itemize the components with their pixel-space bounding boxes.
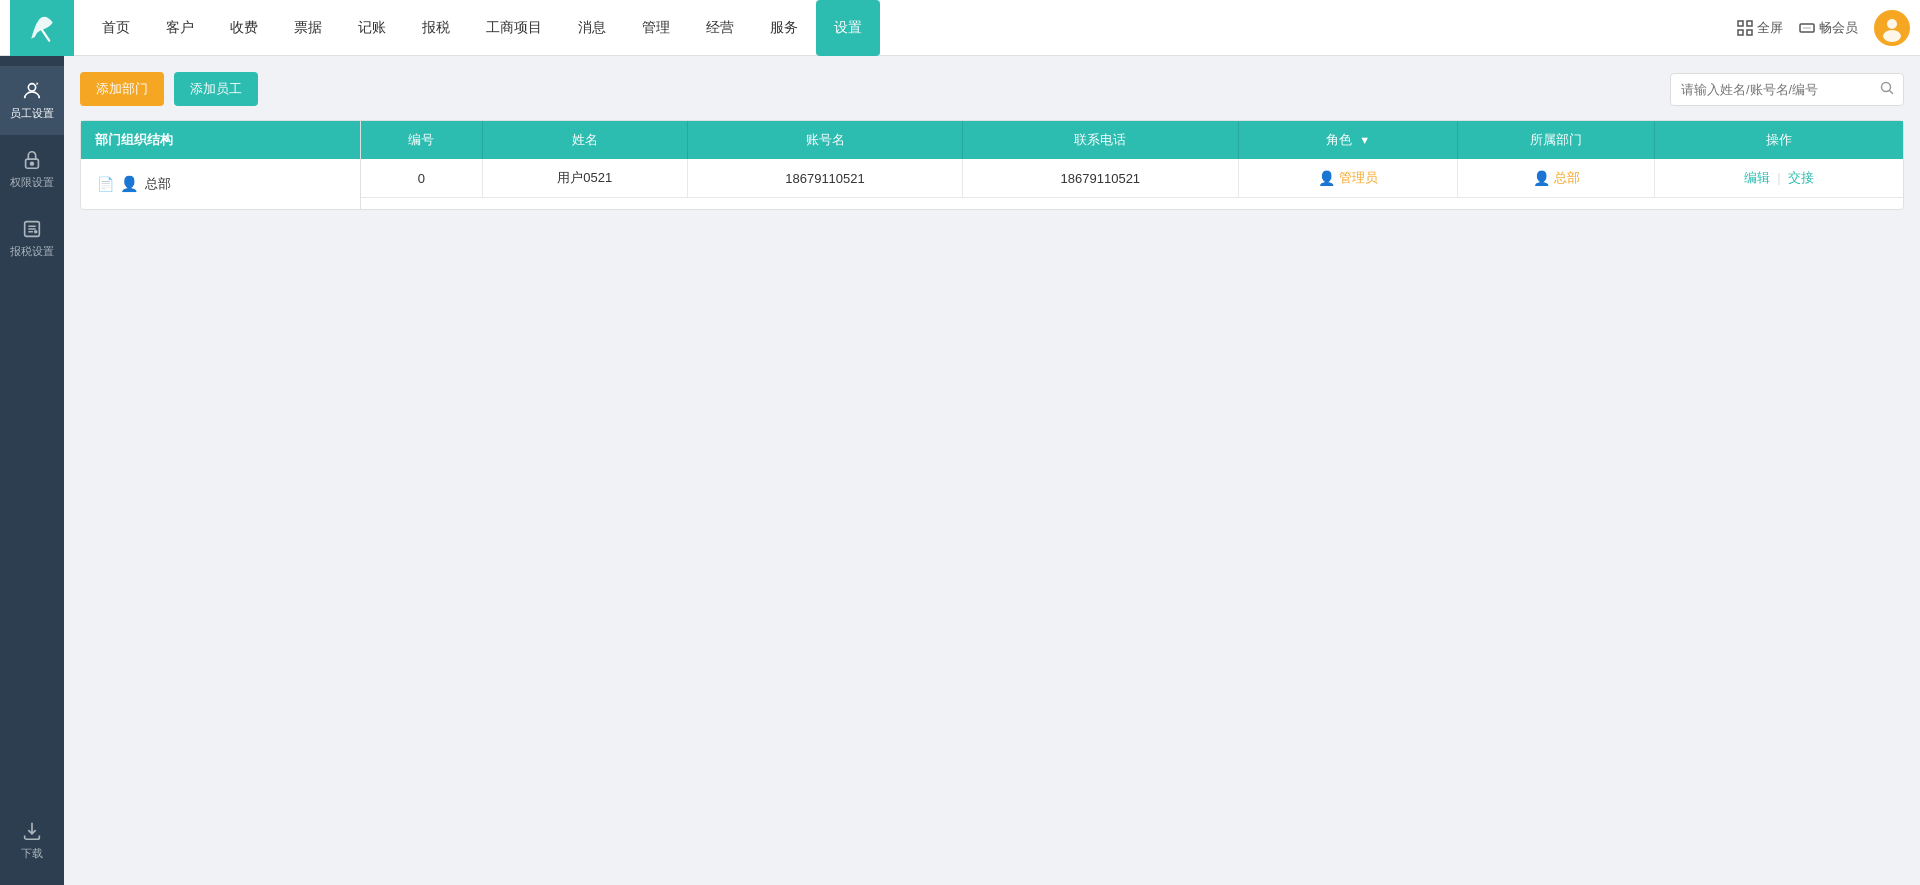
transfer-action[interactable]: 交接 <box>1788 170 1814 185</box>
svg-rect-1 <box>1747 21 1752 26</box>
col-header-actions: 操作 <box>1654 121 1903 159</box>
sidebar-label-permissions: 权限设置 <box>10 175 54 190</box>
sidebar-item-download[interactable]: 下载 <box>0 806 64 875</box>
sidebar-item-taxsettings[interactable]: 报税设置 <box>0 204 64 273</box>
avatar[interactable] <box>1874 10 1910 46</box>
search-box <box>1670 73 1904 106</box>
nav-item-operation[interactable]: 经营 <box>688 0 752 56</box>
sidebar-item-employee[interactable]: 员工设置 <box>0 66 64 135</box>
col-role-label: 角色 <box>1326 132 1352 147</box>
nav-item-settings[interactable]: 设置 <box>816 0 880 56</box>
nav-item-business[interactable]: 工商项目 <box>468 0 560 56</box>
svg-rect-3 <box>1747 30 1752 35</box>
col-header-id: 编号 <box>361 121 482 159</box>
col-header-phone: 联系电话 <box>963 121 1238 159</box>
nav-item-billing[interactable]: 收费 <box>212 0 276 56</box>
add-dept-button[interactable]: 添加部门 <box>80 72 164 106</box>
nav-item-invoice[interactable]: 票据 <box>276 0 340 56</box>
dept-person-icon: 👤 <box>120 175 139 193</box>
sidebar-label-download: 下载 <box>21 846 43 861</box>
svg-point-5 <box>1887 19 1897 29</box>
role-badge: 👤 管理员 <box>1318 169 1378 187</box>
edit-action[interactable]: 编辑 <box>1744 170 1770 185</box>
dept-pane: 部门组织结构 📄 👤 总部 <box>81 121 361 209</box>
content-area: 添加部门 添加员工 部门组织结构 📄 👤 总部 <box>64 56 1920 885</box>
table-pane: 编号 姓名 账号名 联系电话 角色 ▼ 所属部门 操作 <box>361 121 1903 209</box>
nav-item-manage[interactable]: 管理 <box>624 0 688 56</box>
search-input[interactable] <box>1671 76 1871 103</box>
fullscreen-label: 全屏 <box>1757 19 1783 37</box>
nav-item-home[interactable]: 首页 <box>84 0 148 56</box>
cell-account: 18679110521 <box>687 159 962 198</box>
nav-item-tax[interactable]: 报税 <box>404 0 468 56</box>
sidebar-item-permissions[interactable]: 权限设置 <box>0 135 64 204</box>
main-layout: 员工设置 权限设置 报税设置 下载 <box>0 56 1920 885</box>
dept-label: 总部 <box>1554 169 1580 187</box>
role-label: 管理员 <box>1339 169 1378 187</box>
dept-person-icon: 👤 <box>1533 170 1550 186</box>
dept-pane-header: 部门组织结构 <box>81 121 360 159</box>
filter-icon: ▼ <box>1359 134 1370 146</box>
dept-tree-item-root[interactable]: 📄 👤 总部 <box>93 169 348 199</box>
cell-dept: 👤 总部 <box>1458 159 1655 198</box>
dept-tree: 📄 👤 总部 <box>81 159 360 209</box>
top-navbar: 首页 客户 收费 票据 记账 报税 工商项目 消息 管理 经营 服务 设置 全屏… <box>0 0 1920 56</box>
cell-id: 0 <box>361 159 482 198</box>
sidebar: 员工设置 权限设置 报税设置 下载 <box>0 56 64 885</box>
col-header-role[interactable]: 角色 ▼ <box>1238 121 1458 159</box>
cell-phone: 18679110521 <box>963 159 1238 198</box>
logo <box>10 0 74 56</box>
sidebar-bottom: 下载 <box>0 806 64 885</box>
dept-file-icon: 📄 <box>97 176 114 192</box>
cell-actions: 编辑 | 交接 <box>1654 159 1903 198</box>
svg-point-6 <box>1883 30 1901 42</box>
sidebar-label-taxsettings: 报税设置 <box>10 244 54 259</box>
toolbar: 添加部门 添加员工 <box>80 72 1904 106</box>
action-separator: | <box>1777 170 1780 185</box>
col-header-account: 账号名 <box>687 121 962 159</box>
nav-item-message[interactable]: 消息 <box>560 0 624 56</box>
dept-root-label: 总部 <box>145 175 171 193</box>
sidebar-label-employee: 员工设置 <box>10 106 54 121</box>
nav-item-accounting[interactable]: 记账 <box>340 0 404 56</box>
nav-item-service[interactable]: 服务 <box>752 0 816 56</box>
table-row: 0 用户0521 18679110521 18679110521 👤 管理员 <box>361 159 1903 198</box>
role-person-icon: 👤 <box>1318 170 1335 186</box>
svg-point-9 <box>31 162 34 165</box>
col-header-name: 姓名 <box>482 121 687 159</box>
col-header-dept: 所属部门 <box>1458 121 1655 159</box>
fullscreen-button[interactable]: 全屏 <box>1737 19 1783 37</box>
vip-label: 畅会员 <box>1819 19 1858 37</box>
nav-right: 全屏 畅会员 <box>1737 10 1910 46</box>
svg-point-11 <box>34 230 38 234</box>
cell-name: 用户0521 <box>482 159 687 198</box>
add-staff-button[interactable]: 添加员工 <box>174 72 258 106</box>
svg-point-7 <box>28 84 35 91</box>
svg-rect-0 <box>1738 21 1743 26</box>
cell-role: 👤 管理员 <box>1238 159 1458 198</box>
dept-badge: 👤 总部 <box>1533 169 1580 187</box>
nav-item-customer[interactable]: 客户 <box>148 0 212 56</box>
svg-rect-2 <box>1738 30 1743 35</box>
nav-items: 首页 客户 收费 票据 记账 报税 工商项目 消息 管理 经营 服务 设置 <box>84 0 1737 56</box>
two-pane-container: 部门组织结构 📄 👤 总部 编号 姓名 账号名 <box>80 120 1904 210</box>
vip-button[interactable]: 畅会员 <box>1799 19 1858 37</box>
employee-table: 编号 姓名 账号名 联系电话 角色 ▼ 所属部门 操作 <box>361 121 1903 198</box>
search-button[interactable] <box>1871 74 1903 105</box>
